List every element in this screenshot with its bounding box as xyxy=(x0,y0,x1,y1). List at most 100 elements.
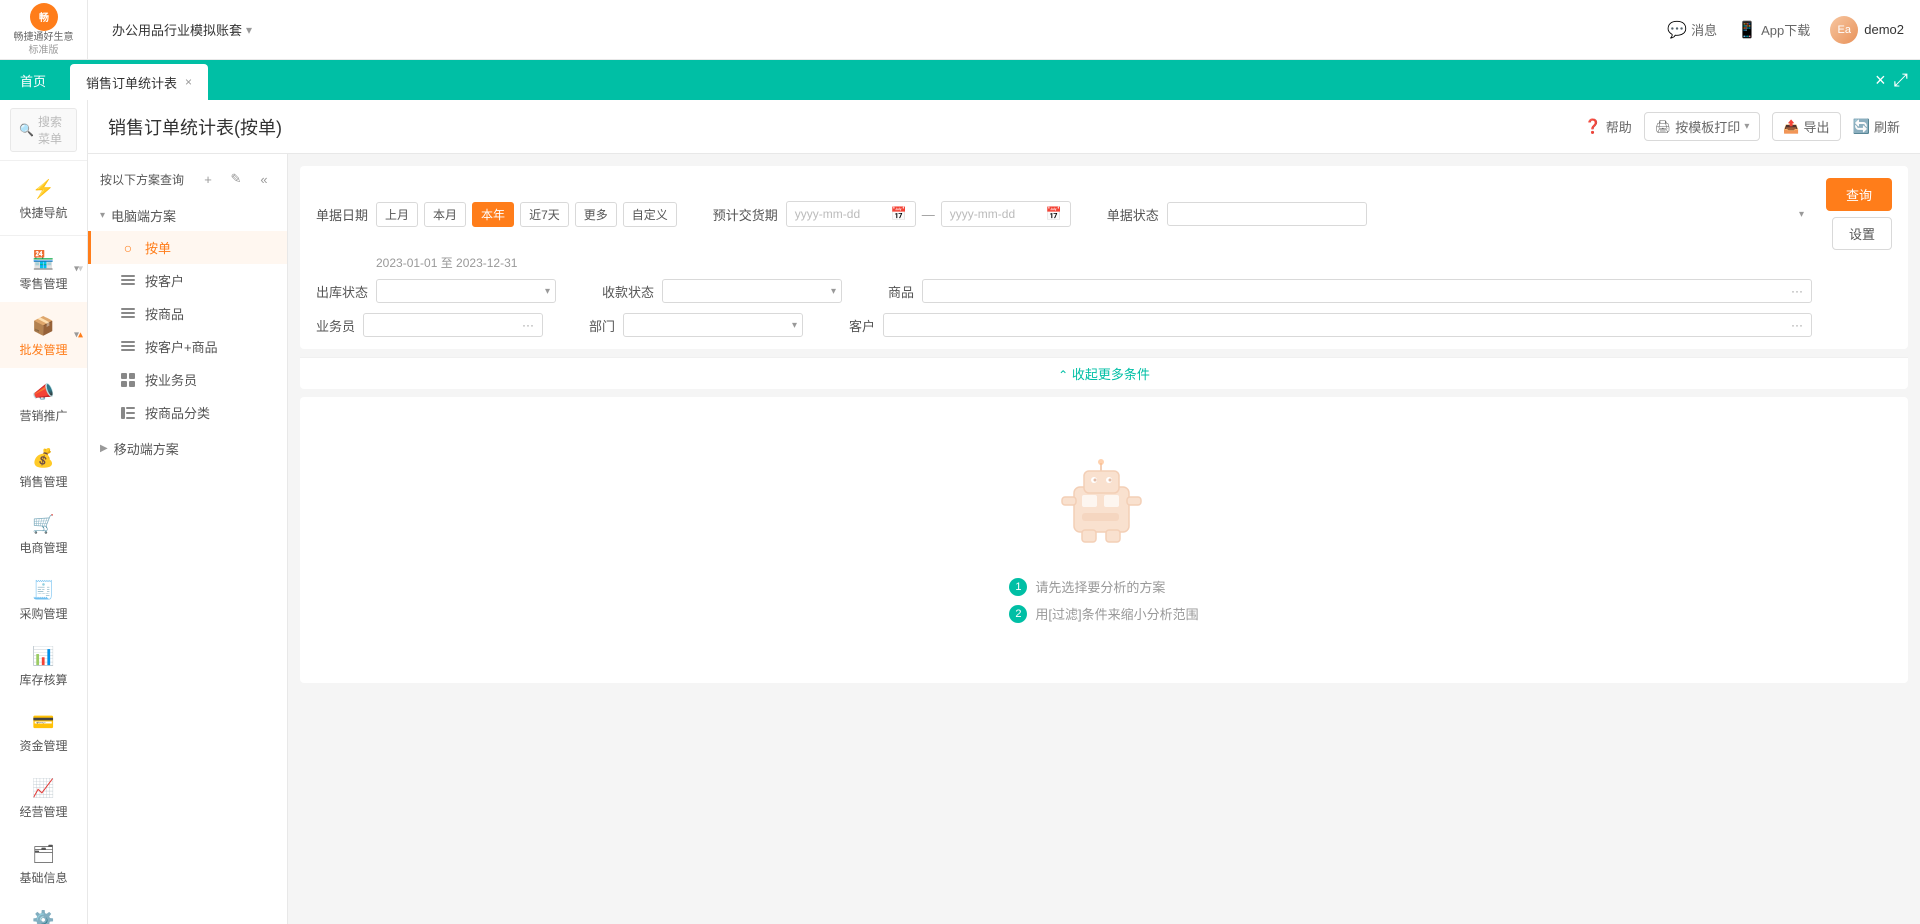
more-date-btn[interactable]: 更多 xyxy=(575,202,617,227)
export-btn[interactable]: 📤 导出 xyxy=(1772,112,1840,141)
date-start-input[interactable]: yyyy-mm-dd 📅 xyxy=(786,201,916,227)
sidebar-search-input[interactable]: 🔍 搜索菜单 xyxy=(10,108,77,152)
scheme-item-by-salesman[interactable]: 按业务员 xyxy=(88,363,287,396)
action-btns: 查询 设置 xyxy=(1826,178,1892,250)
department-select[interactable] xyxy=(623,313,803,337)
scheme-item-by-category[interactable]: 按商品分类 xyxy=(88,396,287,429)
this-year-btn[interactable]: 本年 xyxy=(472,202,514,227)
logo-icon: 畅 xyxy=(30,3,58,31)
this-month-btn[interactable]: 本月 xyxy=(424,202,466,227)
by-customer-label: 按客户 xyxy=(145,271,184,290)
empty-hints: 1 请先选择要分析的方案 2 用[过滤]条件来缩小分析范围 xyxy=(1009,577,1198,623)
receipt-status-select[interactable] xyxy=(662,279,842,303)
last7-btn[interactable]: 近7天 xyxy=(520,202,569,227)
sidebar: 🔍 搜索菜单 ⚡ 快捷导航 🏪 零售管理 ▾ 📦 xyxy=(0,100,88,924)
sidebar-item-system[interactable]: ⚙️ 系统管理 xyxy=(0,896,87,924)
sidebar-item-sales[interactable]: 💰 销售管理 xyxy=(0,434,87,500)
workspace-name: 办公用品行业模拟账套 xyxy=(112,20,242,39)
inventory-label: 库存核算 xyxy=(19,671,67,688)
add-scheme-btn[interactable]: + xyxy=(197,168,219,190)
sidebar-item-retail[interactable]: 🏪 零售管理 ▾ xyxy=(0,236,87,302)
tab-minimize-btn[interactable]: × xyxy=(1875,70,1886,91)
filter-salesman: 业务员 ··· xyxy=(316,313,543,337)
sidebar-item-marketing[interactable]: 📣 营销推广 xyxy=(0,368,87,434)
logo-area[interactable]: 畅 畅捷通好生意 标准版 xyxy=(0,0,88,60)
tab-home[interactable]: 首页 xyxy=(0,60,66,100)
quick-nav-icon: ⚡ xyxy=(32,179,54,200)
right-content: 单据日期 上月 本月 本年 近7天 更多 自定义 xyxy=(288,154,1920,924)
page-header: 销售订单统计表(按单) ❓ 帮助 🖨 按模板打印 ▾ 📤 导出 xyxy=(88,100,1920,154)
help-label: 帮助 xyxy=(1606,117,1632,136)
wholesale-arrow-icon: ▴ xyxy=(78,330,83,341)
expected-date-label: 预计交货期 xyxy=(713,205,778,224)
export-label: 导出 xyxy=(1804,117,1830,136)
by-salesman-label: 按业务员 xyxy=(145,370,197,389)
edit-scheme-btn[interactable]: ✎ xyxy=(225,168,247,190)
filter-ship-status: 出库状态 ▾ xyxy=(316,279,556,303)
message-btn[interactable]: 💬 消息 xyxy=(1667,20,1717,40)
last-month-btn[interactable]: 上月 xyxy=(376,202,418,227)
sidebar-item-operation[interactable]: 📈 经营管理 xyxy=(0,764,87,830)
mobile-scheme-group: ▶ 移动端方案 xyxy=(88,433,287,464)
operation-icon: 📈 xyxy=(32,778,54,799)
scheme-item-by-order[interactable]: ○ 按单 xyxy=(88,231,287,264)
template-print-arrow-icon: ▾ xyxy=(1744,121,1749,132)
scheme-item-by-customer[interactable]: 按客户 xyxy=(88,264,287,297)
refresh-btn[interactable]: 🔄 刷新 xyxy=(1853,117,1900,136)
by-cust-goods-icon xyxy=(119,338,137,356)
bill-status-arrow-icon: ▾ xyxy=(1799,209,1804,220)
app-download-label: App下载 xyxy=(1761,20,1810,39)
goods-dots-icon[interactable]: ··· xyxy=(1791,284,1803,298)
pc-scheme-group-header[interactable]: ▾ 电脑端方案 xyxy=(88,200,287,231)
scheme-item-by-goods[interactable]: 按商品 xyxy=(88,297,287,330)
finance-label: 资金管理 xyxy=(19,737,67,754)
goods-input[interactable]: ··· xyxy=(922,279,1812,303)
filter-expected-date: 预计交货期 yyyy-mm-dd 📅 — yyyy-mm-dd xyxy=(713,201,1071,227)
customer-input[interactable]: ··· xyxy=(883,313,1812,337)
help-btn[interactable]: ❓ 帮助 xyxy=(1584,117,1631,136)
settings-btn[interactable]: 设置 xyxy=(1832,217,1892,250)
custom-date-btn[interactable]: 自定义 xyxy=(623,202,677,227)
mobile-scheme-group-header[interactable]: ▶ 移动端方案 xyxy=(88,433,287,464)
workspace-selector[interactable]: 办公用品行业模拟账套 ▾ xyxy=(104,16,260,43)
salesman-label: 业务员 xyxy=(316,316,355,335)
ship-status-select[interactable] xyxy=(376,279,556,303)
app-download-btn[interactable]: 📱 App下载 xyxy=(1737,20,1810,40)
query-btn[interactable]: 查询 xyxy=(1826,178,1892,211)
sidebar-item-ecommerce[interactable]: 🛒 电商管理 xyxy=(0,500,87,566)
mobile-group-label: 移动端方案 xyxy=(114,439,179,458)
user-area[interactable]: Ea demo2 xyxy=(1830,16,1904,44)
sidebar-item-purchase[interactable]: 🧾 采购管理 xyxy=(0,566,87,632)
salesman-input[interactable]: ··· xyxy=(363,313,543,337)
tab-maximize-btn[interactable]: ⤢ xyxy=(1894,70,1908,91)
filter-row-3: 业务员 ··· 部门 xyxy=(316,313,1812,337)
by-goods-label: 按商品 xyxy=(145,304,184,323)
sidebar-item-finance[interactable]: 💳 资金管理 xyxy=(0,698,87,764)
department-label: 部门 xyxy=(589,316,615,335)
collapse-more-btn[interactable]: ⌃ 收起更多条件 xyxy=(300,357,1908,389)
date-start-placeholder: yyyy-mm-dd xyxy=(795,207,860,221)
collapse-panel-btn[interactable]: « xyxy=(253,168,275,190)
add-scheme-icon: + xyxy=(204,172,212,187)
empty-icon xyxy=(1054,457,1154,557)
sidebar-nav-items: 🏪 零售管理 ▾ 📦 批发管理 ▴ 📣 营销推广 💰 销售管理 xyxy=(0,236,87,924)
sidebar-item-inventory[interactable]: 📊 库存核算 xyxy=(0,632,87,698)
tab-sales-order[interactable]: 销售订单统计表 × xyxy=(70,64,208,100)
sidebar-item-basic[interactable]: 🗂 基础信息 xyxy=(0,830,87,896)
retail-icon: 🏪 xyxy=(32,250,54,271)
bill-status-select[interactable] xyxy=(1167,202,1367,226)
date-end-input[interactable]: yyyy-mm-dd 📅 xyxy=(941,201,1071,227)
sidebar-item-wholesale[interactable]: 📦 批发管理 ▴ xyxy=(0,302,87,368)
by-customer-icon xyxy=(119,272,137,290)
hint-1-num: 1 xyxy=(1009,578,1027,596)
refresh-icon: 🔄 xyxy=(1853,118,1870,135)
inventory-icon: 📊 xyxy=(32,646,54,667)
sidebar-item-quick-nav[interactable]: ⚡ 快捷导航 xyxy=(0,165,87,231)
tab-close-icon[interactable]: × xyxy=(185,75,192,89)
template-print-btn[interactable]: 🖨 按模板打印 ▾ xyxy=(1644,112,1761,141)
scheme-item-by-cust-goods[interactable]: 按客户+商品 xyxy=(88,330,287,363)
message-icon: 💬 xyxy=(1667,20,1687,40)
customer-dots-icon[interactable]: ··· xyxy=(1791,318,1803,332)
filter-receipt-status: 收款状态 ▾ xyxy=(602,279,842,303)
salesman-dots-icon[interactable]: ··· xyxy=(522,318,534,332)
